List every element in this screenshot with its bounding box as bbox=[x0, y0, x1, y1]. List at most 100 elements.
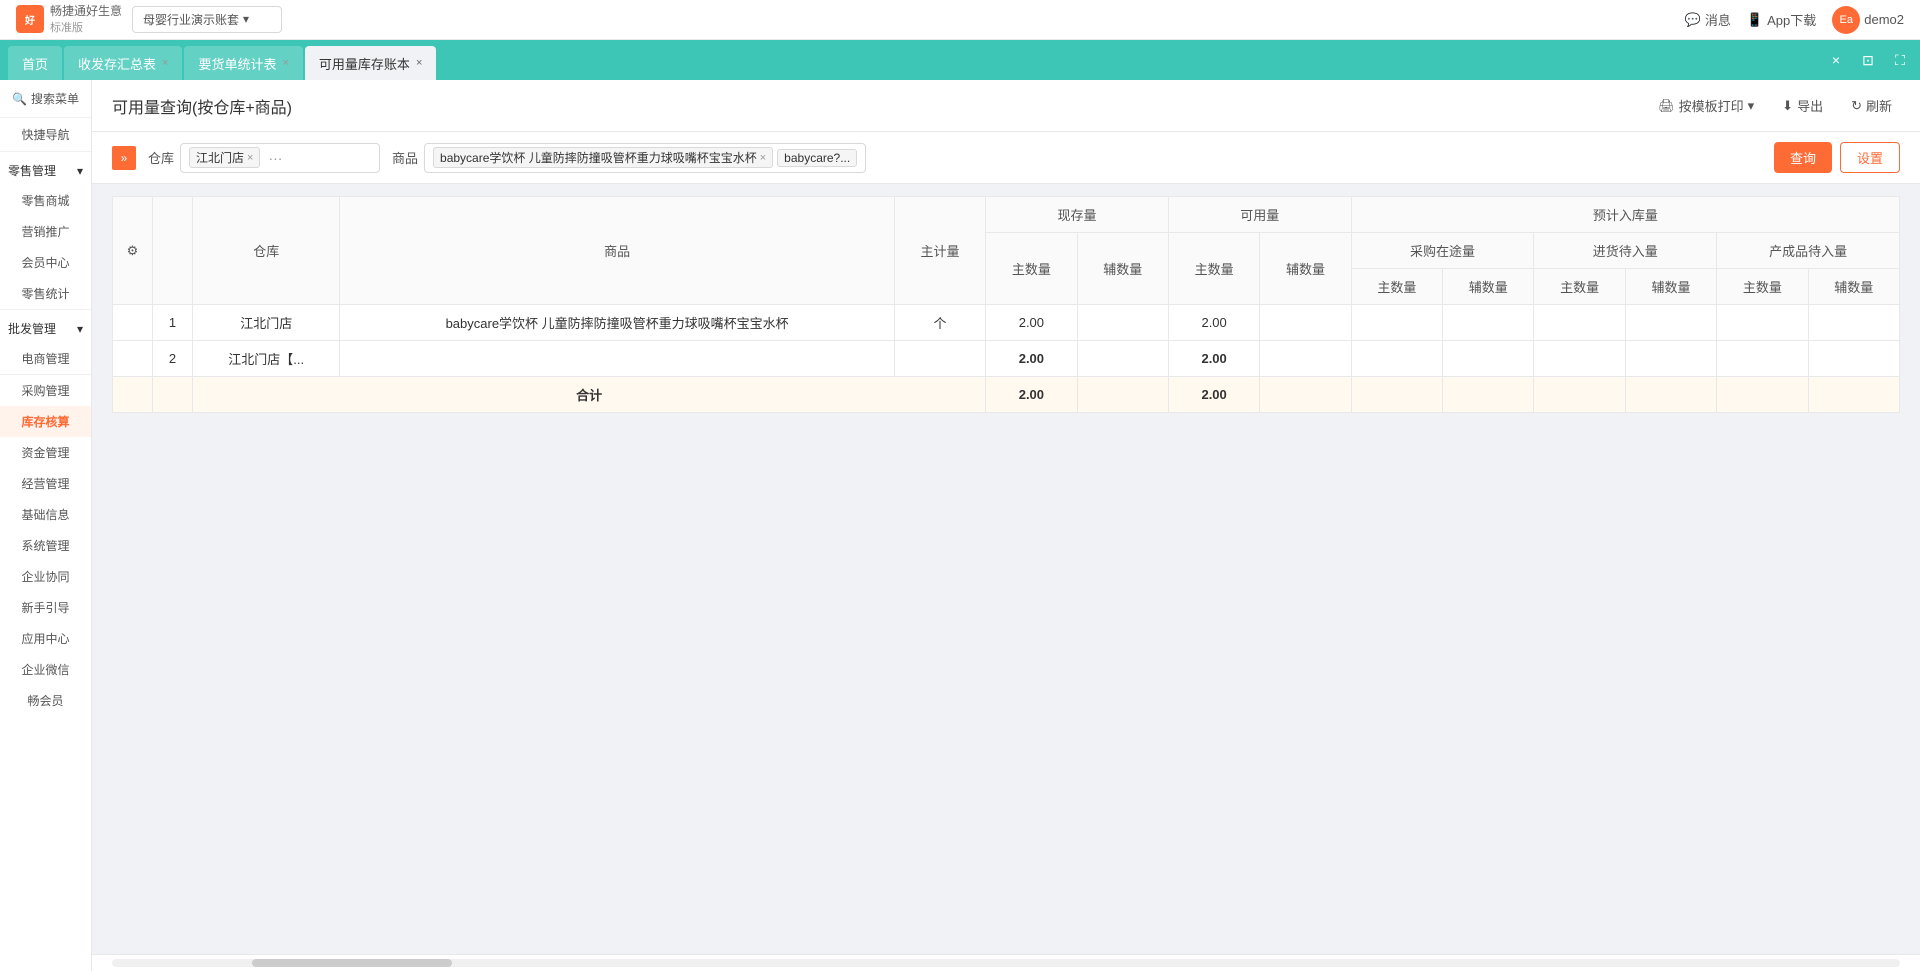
sidebar-item-vip[interactable]: 畅会员 bbox=[0, 685, 91, 716]
row2-unit bbox=[894, 341, 985, 377]
tab-order-stats-close[interactable]: × bbox=[282, 57, 288, 69]
tab-available-stock[interactable]: 可用量库存账本 × bbox=[305, 46, 436, 80]
close-all-tabs-btn[interactable]: × bbox=[1824, 48, 1848, 72]
page-header-actions: 🖨 按模板打印 ⬇ 导出 ↻ 刷新 bbox=[1650, 92, 1900, 119]
sidebar-item-wecom[interactable]: 企业微信 bbox=[0, 654, 91, 685]
print-icon: 🖨 bbox=[1658, 98, 1675, 114]
restore-window-btn[interactable]: ⊡ bbox=[1856, 48, 1880, 72]
sidebar-item-basics[interactable]: 基础信息 bbox=[0, 499, 91, 530]
total-current-sub bbox=[1077, 377, 1168, 413]
nav-tabs-right: × ⊡ ⛶ bbox=[1824, 48, 1912, 72]
filter-bar: » 仓库 江北门店 × ··· 商品 babycare学饮杯 儿童防摔防撞吸管杯… bbox=[92, 132, 1920, 184]
sidebar-item-appcenter[interactable]: 应用中心 bbox=[0, 623, 91, 654]
search-icon: 🔍 bbox=[12, 92, 27, 106]
total-avail-main: 2.00 bbox=[1168, 377, 1259, 413]
logo-icon: 好 bbox=[16, 5, 44, 33]
row2-pp-sub bbox=[1808, 341, 1899, 377]
th-settings[interactable]: ⚙ bbox=[113, 197, 153, 305]
row2-avail-sub bbox=[1260, 341, 1351, 377]
horizontal-scrollbar-thumb[interactable] bbox=[252, 959, 452, 967]
sidebar-item-inventory[interactable]: 库存核算 bbox=[0, 406, 91, 437]
warehouse-tag-input[interactable]: 江北门店 × ··· bbox=[180, 143, 380, 173]
warehouse-tag-text: 江北门店 bbox=[196, 149, 244, 166]
row1-warehouse: 江北门店 bbox=[193, 305, 340, 341]
logo-text: 畅捷通好生意 bbox=[50, 4, 122, 18]
logo-area: 好 畅捷通好生意 标准版 bbox=[16, 4, 122, 34]
top-bar-right: 💬 消息 📱 App下载 Ea demo2 bbox=[1685, 6, 1904, 34]
refresh-icon: ↻ bbox=[1851, 98, 1862, 114]
row2-ip-sub bbox=[1625, 341, 1716, 377]
warehouse-filter-dots[interactable]: ··· bbox=[264, 150, 286, 166]
sidebar-retail-header[interactable]: 零售管理 bbox=[0, 152, 91, 185]
query-btn[interactable]: 查询 bbox=[1774, 142, 1832, 173]
sidebar-item-retail-stats[interactable]: 零售统计 bbox=[0, 278, 91, 309]
warehouse-tag-close[interactable]: × bbox=[247, 152, 253, 164]
sidebar-search-label: 搜索菜单 bbox=[31, 90, 79, 107]
sidebar-item-finance[interactable]: 资金管理 bbox=[0, 437, 91, 468]
sidebar-item-ecommerce[interactable]: 电商管理 bbox=[0, 343, 91, 374]
tab-receive-summary-label: 收发存汇总表 bbox=[78, 54, 156, 73]
total-pt-sub bbox=[1443, 377, 1534, 413]
tab-receive-summary-close[interactable]: × bbox=[162, 57, 168, 69]
total-avail-sub bbox=[1260, 377, 1351, 413]
row1-settings bbox=[113, 305, 153, 341]
sidebar-wholesale-header[interactable]: 批发管理 bbox=[0, 310, 91, 343]
th-pt-sub: 辅数量 bbox=[1443, 269, 1534, 305]
tab-available-stock-close[interactable]: × bbox=[416, 57, 422, 69]
tab-order-stats[interactable]: 要货单统计表 × bbox=[184, 46, 302, 80]
row1-pp-sub bbox=[1808, 305, 1899, 341]
horizontal-scrollbar-track[interactable] bbox=[112, 959, 1900, 967]
row1-unit: 个 bbox=[894, 305, 985, 341]
sidebar-item-retail-mall[interactable]: 零售商城 bbox=[0, 185, 91, 216]
sidebar-item-purchase[interactable]: 采购管理 bbox=[0, 375, 91, 406]
product-tag-1-close[interactable]: × bbox=[760, 152, 766, 164]
row1-ip-sub bbox=[1625, 305, 1716, 341]
table-row: 1 江北门店 babycare学饮杯 儿童防摔防撞吸管杯重力球吸嘴杯宝宝水杯 个… bbox=[113, 305, 1900, 341]
product-tag-input[interactable]: babycare学饮杯 儿童防摔防撞吸管杯重力球吸嘴杯宝宝水杯 × babyca… bbox=[424, 143, 866, 173]
refresh-btn[interactable]: ↻ 刷新 bbox=[1843, 92, 1900, 119]
export-btn[interactable]: ⬇ 导出 bbox=[1774, 92, 1831, 119]
filter-expand-btn[interactable]: » bbox=[112, 146, 136, 170]
warehouse-tag-jiangbei: 江北门店 × bbox=[189, 147, 260, 168]
product-tag-1-text: babycare学饮杯 儿童防摔防撞吸管杯重力球吸嘴杯宝宝水杯 bbox=[440, 149, 757, 166]
sidebar-item-newbie[interactable]: 新手引导 bbox=[0, 592, 91, 623]
sidebar-search[interactable]: 🔍 搜索菜单 bbox=[0, 80, 91, 118]
template-badge: 标准版 bbox=[50, 19, 122, 35]
total-pp-sub bbox=[1808, 377, 1899, 413]
settings-btn[interactable]: 设置 bbox=[1840, 142, 1900, 173]
tab-home[interactable]: 首页 bbox=[8, 46, 62, 80]
export-label: 导出 bbox=[1797, 96, 1823, 115]
sidebar-item-system[interactable]: 系统管理 bbox=[0, 530, 91, 561]
page-title: 可用量查询(按仓库+商品) bbox=[112, 94, 292, 118]
fullscreen-btn[interactable]: ⛶ bbox=[1888, 48, 1912, 72]
product-tag-1: babycare学饮杯 儿童防摔防撞吸管杯重力球吸嘴杯宝宝水杯 × bbox=[433, 147, 773, 168]
th-production-pending: 产成品待入量 bbox=[1717, 233, 1900, 269]
row2-current-sub bbox=[1077, 341, 1168, 377]
total-settings bbox=[113, 377, 153, 413]
tab-receive-summary[interactable]: 收发存汇总表 × bbox=[64, 46, 182, 80]
total-label: 合计 bbox=[193, 377, 986, 413]
user-profile[interactable]: Ea demo2 bbox=[1832, 6, 1904, 34]
sidebar-retail-label: 零售管理 bbox=[8, 162, 56, 179]
sidebar-item-member-center[interactable]: 会员中心 bbox=[0, 247, 91, 278]
sidebar-item-operations[interactable]: 经营管理 bbox=[0, 468, 91, 499]
nav-tabs: 首页 收发存汇总表 × 要货单统计表 × 可用量库存账本 × × ⊡ ⛶ bbox=[0, 40, 1920, 80]
tenant-select[interactable]: 母婴行业演示账套 bbox=[132, 6, 282, 33]
row1-avail-sub bbox=[1260, 305, 1351, 341]
sidebar-item-cooperation[interactable]: 企业协同 bbox=[0, 561, 91, 592]
sidebar-quick-nav[interactable]: 快捷导航 bbox=[0, 118, 91, 152]
tenant-name: 母婴行业演示账套 bbox=[143, 11, 239, 28]
th-product: 商品 bbox=[340, 197, 894, 305]
app-download-icon: 📱 bbox=[1747, 12, 1763, 28]
th-ip-sub: 辅数量 bbox=[1625, 269, 1716, 305]
template-print-btn[interactable]: 🖨 按模板打印 bbox=[1650, 92, 1762, 119]
sidebar-section-retail: 零售管理 零售商城 营销推广 会员中心 零售统计 bbox=[0, 152, 91, 310]
sidebar-retail-toggle bbox=[77, 164, 83, 178]
row1-pp-main bbox=[1717, 305, 1808, 341]
app-download-btn[interactable]: 📱 App下载 bbox=[1747, 10, 1816, 29]
message-btn[interactable]: 💬 消息 bbox=[1685, 10, 1731, 29]
sidebar-item-marketing[interactable]: 营销推广 bbox=[0, 216, 91, 247]
message-label: 消息 bbox=[1705, 10, 1731, 29]
settings-gear-icon[interactable]: ⚙ bbox=[127, 243, 139, 258]
template-print-label: 按模板打印 bbox=[1679, 96, 1744, 115]
